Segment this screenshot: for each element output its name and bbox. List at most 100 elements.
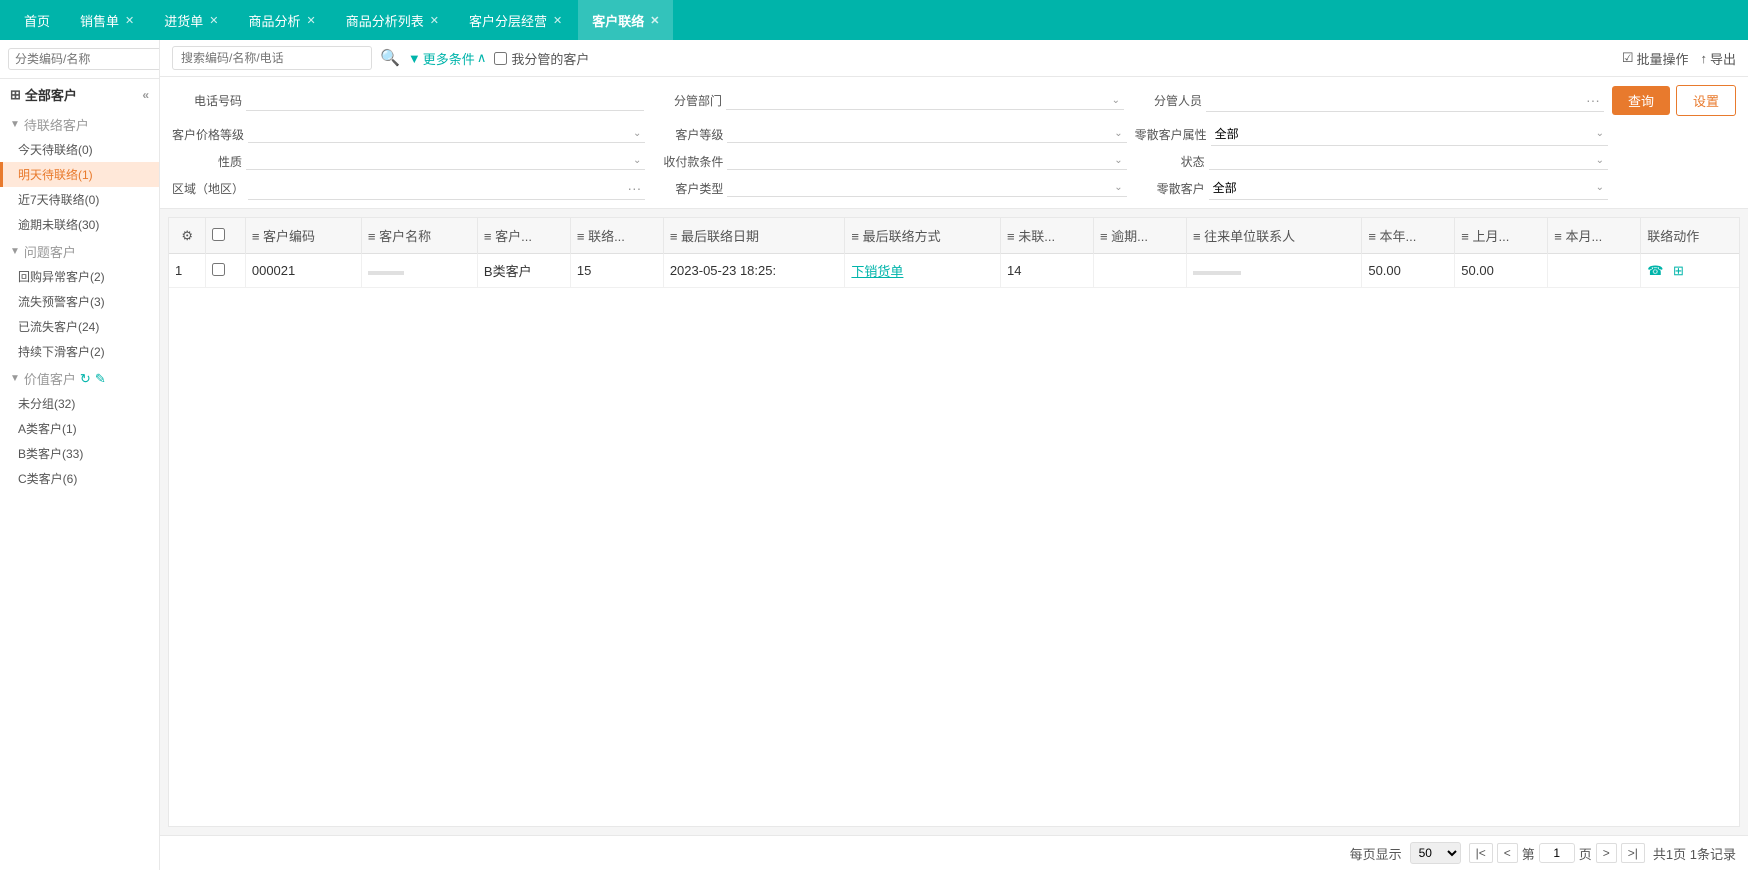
phone-input[interactable] bbox=[246, 90, 644, 111]
nature-select[interactable]: ⌄ bbox=[246, 152, 645, 170]
triangle-icon-2: ▼ bbox=[10, 246, 20, 257]
sidebar-item-today[interactable]: 今天待联络(0) bbox=[0, 137, 159, 162]
price-level-select[interactable]: ⌄ bbox=[248, 125, 645, 143]
filter-customer-level: 客户等级 ⌄ bbox=[653, 125, 1126, 143]
customer-type-label: 客户类型 bbox=[653, 180, 723, 197]
prev-page-btn[interactable]: < bbox=[1497, 843, 1518, 863]
cell-customer-type: B类客户 bbox=[477, 254, 570, 288]
batch-operation-btn[interactable]: ☑ 批量操作 bbox=[1622, 49, 1689, 68]
close-customer-tier-icon[interactable]: ✕ bbox=[553, 14, 562, 27]
cell-check[interactable] bbox=[206, 254, 246, 288]
action-grid-icon[interactable]: ⊞ bbox=[1673, 263, 1684, 278]
filter-row-3: 性质 ⌄ 收付款条件 ⌄ 状态 ⌄ bbox=[172, 152, 1736, 170]
next-page-btn[interactable]: > bbox=[1596, 843, 1617, 863]
sidebar-all-customers[interactable]: ⊞ 全部客户 « bbox=[0, 79, 159, 110]
sidebar-item-class-a[interactable]: A类客户(1) bbox=[0, 416, 159, 441]
sidebar-search-input[interactable] bbox=[8, 48, 160, 70]
row-checkbox[interactable] bbox=[212, 263, 225, 276]
last-page-btn[interactable]: >| bbox=[1621, 843, 1645, 863]
customer-type-caret-icon: ⌄ bbox=[1114, 182, 1122, 193]
collapse-icon[interactable]: « bbox=[142, 88, 149, 102]
table-header-row: ⚙ ≡ 客户编码 ≡ 客户名称 ≡ 客户... ≡ 联络... ≡ 最后联络日期… bbox=[169, 218, 1739, 254]
payment-caret-icon: ⌄ bbox=[1114, 155, 1122, 166]
th-unit-contact: ≡ 往来单位联系人 bbox=[1186, 218, 1361, 254]
sidebar-item-class-c[interactable]: C类客户(6) bbox=[0, 466, 159, 491]
customer-level-label: 客户等级 bbox=[653, 126, 723, 143]
customer-type-select[interactable]: ⌄ bbox=[727, 179, 1126, 197]
last-contact-link[interactable]: 下销货单 bbox=[851, 264, 903, 279]
retail-attr-label: 零散客户属性 bbox=[1135, 126, 1207, 143]
phone-label: 电话号码 bbox=[172, 92, 242, 109]
close-customer-contact-icon[interactable]: ✕ bbox=[650, 14, 659, 27]
nav-home[interactable]: 首页 bbox=[10, 0, 64, 40]
price-level-label: 客户价格等级 bbox=[172, 126, 244, 143]
filter-region: 区域（地区） ··· bbox=[172, 177, 645, 200]
region-label: 区域（地区） bbox=[172, 180, 244, 197]
region-dots-icon[interactable]: ··· bbox=[627, 180, 641, 196]
first-page-btn[interactable]: |< bbox=[1469, 843, 1493, 863]
nav-customer-tier[interactable]: 客户分层经营 ✕ bbox=[455, 0, 576, 40]
cell-last-contact-method[interactable]: 下销货单 bbox=[845, 254, 1001, 288]
nav-sales[interactable]: 销售单 ✕ bbox=[66, 0, 148, 40]
th-settings[interactable]: ⚙ bbox=[169, 218, 206, 254]
retail-customer-label: 零散客户 bbox=[1135, 180, 1205, 197]
table-footer: 每页显示 50 100 200 |< < 第 页 > >| 共1页 1条记录 bbox=[160, 835, 1748, 870]
sidebar-item-tomorrow[interactable]: 明天待联络(1) bbox=[0, 162, 159, 187]
nav-purchase[interactable]: 进货单 ✕ bbox=[150, 0, 232, 40]
customer-level-select[interactable]: ⌄ bbox=[727, 125, 1126, 143]
sidebar-search-area: 🔍 bbox=[0, 40, 159, 79]
my-customers-checkbox-label[interactable]: 我分管的客户 bbox=[494, 49, 589, 68]
cell-no-contact: 14 bbox=[1001, 254, 1094, 288]
nav-product-analysis[interactable]: 商品分析 ✕ bbox=[234, 0, 329, 40]
cell-unit-contact bbox=[1186, 254, 1361, 288]
dept-select[interactable]: ⌄ bbox=[726, 92, 1124, 110]
select-all-checkbox[interactable] bbox=[212, 228, 225, 241]
refresh-icon[interactable]: ↻ bbox=[80, 371, 91, 387]
th-check[interactable] bbox=[206, 218, 246, 254]
status-select[interactable]: ⌄ bbox=[1209, 152, 1608, 170]
close-product-analysis-list-icon[interactable]: ✕ bbox=[430, 14, 439, 27]
dept-caret-icon: ⌄ bbox=[1112, 95, 1120, 106]
close-product-analysis-icon[interactable]: ✕ bbox=[307, 14, 316, 27]
sidebar-item-declining[interactable]: 持续下滑客户(2) bbox=[0, 339, 159, 364]
close-sales-icon[interactable]: ✕ bbox=[125, 14, 134, 27]
filter-bar: 🔍 ▼ 更多条件 ∧ 我分管的客户 ☑ 批量操作 ↑ 导出 bbox=[160, 40, 1748, 77]
retail-attr-value: 全部 bbox=[1215, 125, 1596, 142]
filter-retail-customer: 零散客户 全部 ⌄ bbox=[1135, 176, 1608, 200]
nav-product-analysis-list[interactable]: 商品分析列表 ✕ bbox=[332, 0, 453, 40]
search-submit-icon[interactable]: 🔍 bbox=[380, 48, 400, 68]
sidebar-item-loss-warning[interactable]: 流失预警客户(3) bbox=[0, 289, 159, 314]
filter-row-2: 客户价格等级 ⌄ 客户等级 ⌄ 零散客户属性 全部 ⌄ bbox=[172, 122, 1736, 146]
sidebar-item-lost[interactable]: 已流失客户(24) bbox=[0, 314, 159, 339]
retail-attr-select[interactable]: 全部 ⌄ bbox=[1211, 122, 1608, 146]
sidebar-item-abnormal[interactable]: 回购异常客户(2) bbox=[0, 264, 159, 289]
page-number-input[interactable] bbox=[1539, 843, 1575, 863]
sidebar-item-overdue[interactable]: 逾期未联络(30) bbox=[0, 212, 159, 237]
per-page-select[interactable]: 50 100 200 bbox=[1410, 842, 1461, 864]
group-pending-contact: ▼ 待联络客户 bbox=[0, 110, 159, 137]
cell-customer-code: 000021 bbox=[245, 254, 361, 288]
search-input[interactable] bbox=[172, 46, 372, 70]
retail-customer-select[interactable]: 全部 ⌄ bbox=[1209, 176, 1608, 200]
my-customers-checkbox[interactable] bbox=[494, 52, 507, 65]
more-conditions-btn[interactable]: ▼ 更多条件 ∧ bbox=[408, 49, 486, 68]
per-page-label: 每页显示 bbox=[1350, 844, 1402, 863]
query-button[interactable]: 查询 bbox=[1612, 86, 1670, 115]
edit-icon[interactable]: ✎ bbox=[95, 371, 106, 387]
sidebar-item-ungrouped[interactable]: 未分组(32) bbox=[0, 391, 159, 416]
nav-customer-contact[interactable]: 客户联络 ✕ bbox=[578, 0, 673, 40]
th-customer-type: ≡ 客户... bbox=[477, 218, 570, 254]
action-phone-icon[interactable]: ☎ bbox=[1647, 263, 1663, 278]
sidebar-item-7days[interactable]: 近7天待联络(0) bbox=[0, 187, 159, 212]
setting-button[interactable]: 设置 bbox=[1676, 85, 1736, 116]
filter-row-1: 电话号码 分管部门 ⌄ 分管人员 ··· 查询 设置 bbox=[172, 85, 1736, 116]
export-btn[interactable]: ↑ 导出 bbox=[1700, 49, 1736, 68]
nature-caret-icon: ⌄ bbox=[633, 155, 641, 166]
right-actions: ☑ 批量操作 ↑ 导出 bbox=[1622, 49, 1736, 68]
top-navigation: 首页 销售单 ✕ 进货单 ✕ 商品分析 ✕ 商品分析列表 ✕ 客户分层经营 ✕ … bbox=[0, 0, 1748, 40]
sidebar-item-class-b[interactable]: B类客户(33) bbox=[0, 441, 159, 466]
person-dots-icon[interactable]: ··· bbox=[1586, 92, 1600, 108]
th-last-contact-method: ≡ 最后联络方式 bbox=[845, 218, 1001, 254]
payment-select[interactable]: ⌄ bbox=[727, 152, 1126, 170]
close-purchase-icon[interactable]: ✕ bbox=[209, 14, 218, 27]
